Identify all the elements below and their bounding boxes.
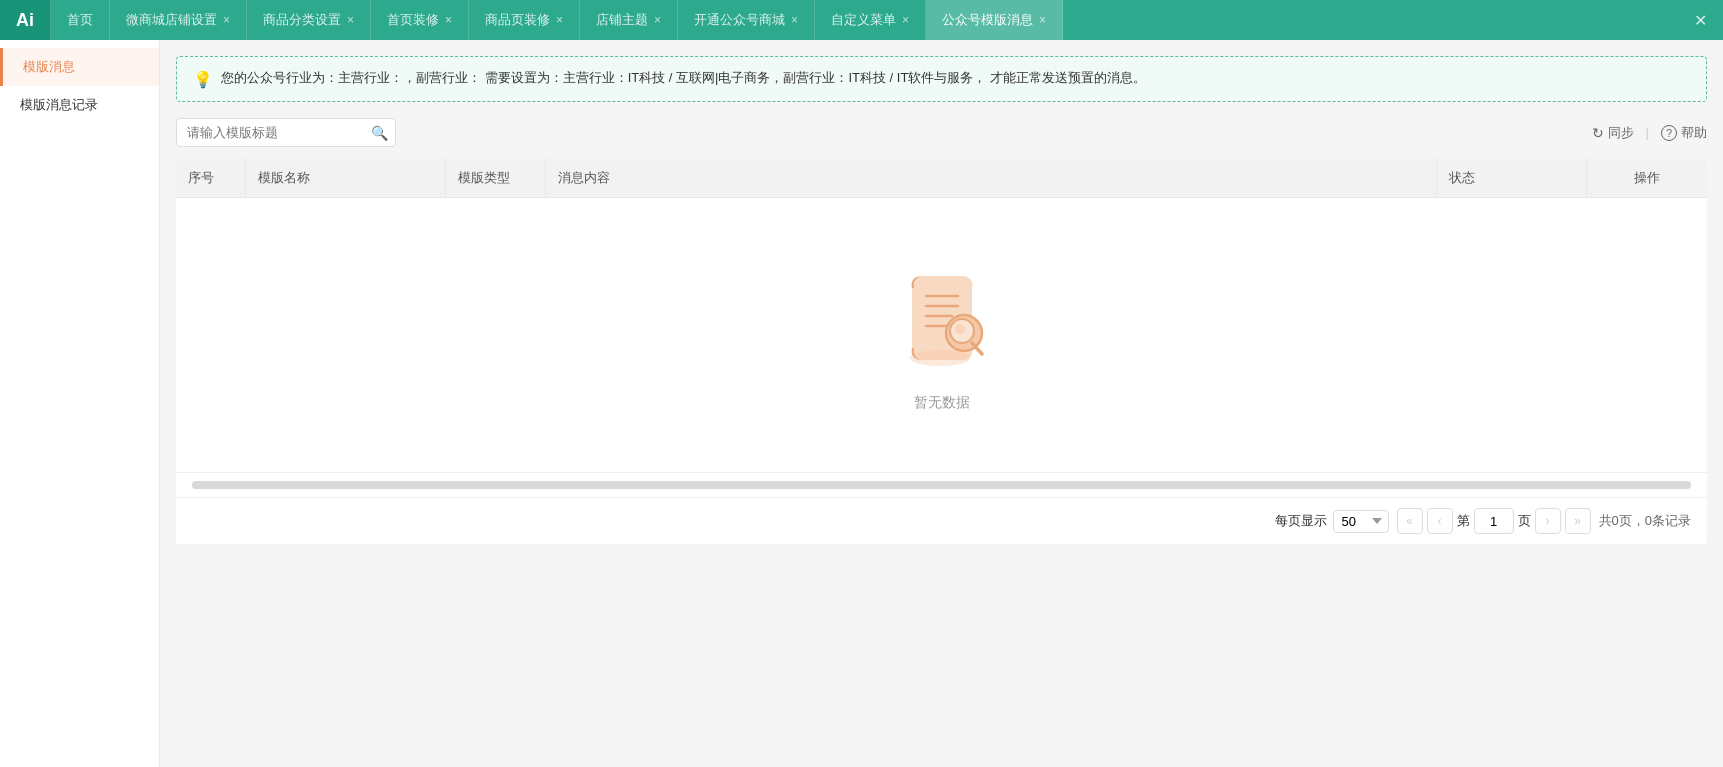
tab-home[interactable]: 首页 [51, 0, 110, 40]
last-page-button[interactable]: » [1565, 508, 1591, 534]
tab-shop-theme[interactable]: 店铺主题 × [580, 0, 678, 40]
prev-page-button[interactable]: ‹ [1427, 508, 1453, 534]
total-info: 共0页，0条记录 [1599, 512, 1691, 530]
sync-button[interactable]: ↻ 同步 [1592, 124, 1634, 142]
search-right: ↻ 同步 | ? 帮助 [1592, 124, 1707, 142]
empty-state: 暂无数据 [176, 198, 1707, 472]
page-suffix: 页 [1518, 512, 1531, 530]
empty-text: 暂无数据 [914, 394, 970, 412]
empty-icon [882, 258, 1002, 378]
close-tab-home-decor[interactable]: × [445, 14, 452, 26]
close-tab-custom-menu[interactable]: × [902, 14, 909, 26]
page-size-select[interactable]: 50 10 20 100 [1333, 510, 1389, 533]
close-tab-wechat-shop[interactable]: × [223, 14, 230, 26]
search-input[interactable] [176, 118, 396, 147]
tab-wechat-shop[interactable]: 微商城店铺设置 × [110, 0, 247, 40]
sidebar-item-template-msg[interactable]: 模版消息 [0, 48, 159, 86]
col-header-action: 操作 [1587, 159, 1707, 197]
col-header-seq: 序号 [176, 159, 246, 197]
close-all-button[interactable]: ✕ [1678, 11, 1723, 30]
help-icon: ? [1661, 125, 1677, 141]
notice-icon: 💡 [193, 70, 213, 89]
close-tab-product-decor[interactable]: × [556, 14, 563, 26]
help-button[interactable]: ? 帮助 [1661, 124, 1707, 142]
page-label: 第 [1457, 512, 1470, 530]
tab-product-decor[interactable]: 商品页装修 × [469, 0, 580, 40]
sidebar: 模版消息 模版消息记录 [0, 40, 160, 767]
search-bar: 🔍 ↻ 同步 | ? 帮助 [176, 118, 1707, 147]
notice-text: 您的公众号行业为：主营行业：，副营行业： 需要设置为：主营行业：IT科技 / 互… [221, 69, 1146, 87]
tab-custom-menu[interactable]: 自定义菜单 × [815, 0, 926, 40]
search-button[interactable]: 🔍 [371, 125, 388, 141]
tab-bar: Ai 首页 微商城店铺设置 × 商品分类设置 × 首页装修 × 商品页装修 × … [0, 0, 1723, 40]
sidebar-item-template-record[interactable]: 模版消息记录 [0, 86, 159, 124]
fake-scrollbar[interactable] [192, 481, 1691, 489]
first-page-button[interactable]: « [1397, 508, 1423, 534]
current-page-input[interactable] [1474, 508, 1514, 534]
content-area: 💡 您的公众号行业为：主营行业：，副营行业： 需要设置为：主营行业：IT科技 /… [160, 40, 1723, 767]
notice-box: 💡 您的公众号行业为：主营行业：，副营行业： 需要设置为：主营行业：IT科技 /… [176, 56, 1707, 102]
tab-product-category[interactable]: 商品分类设置 × [247, 0, 371, 40]
svg-point-8 [955, 324, 965, 334]
table-header: 序号 模版名称 模版类型 消息内容 状态 操作 [176, 159, 1707, 198]
divider: | [1646, 125, 1649, 140]
page-size-label: 每页显示 [1275, 512, 1327, 530]
page-size-wrap: 每页显示 50 10 20 100 [1275, 510, 1389, 533]
search-input-wrap: 🔍 [176, 118, 396, 147]
scroll-area [176, 472, 1707, 497]
tab-open-wechat[interactable]: 开通公众号商城 × [678, 0, 815, 40]
sync-icon: ↻ [1592, 125, 1604, 141]
page-nav: « ‹ 第 页 › » [1397, 508, 1591, 534]
col-header-type: 模版类型 [446, 159, 546, 197]
main-layout: 模版消息 模版消息记录 💡 您的公众号行业为：主营行业：，副营行业： 需要设置为… [0, 40, 1723, 767]
pagination: 每页显示 50 10 20 100 « ‹ 第 [176, 497, 1707, 544]
close-tab-template-msg[interactable]: × [1039, 14, 1046, 26]
col-header-content: 消息内容 [546, 159, 1437, 197]
tab-template-msg[interactable]: 公众号模版消息 × [926, 0, 1063, 40]
close-tab-shop-theme[interactable]: × [654, 14, 661, 26]
app-logo: Ai [0, 0, 51, 40]
close-tab-open-wechat[interactable]: × [791, 14, 798, 26]
table: 序号 模版名称 模版类型 消息内容 状态 操作 [176, 159, 1707, 544]
search-left: 🔍 [176, 118, 396, 147]
col-header-name: 模版名称 [246, 159, 446, 197]
col-header-status: 状态 [1437, 159, 1587, 197]
close-tab-product-category[interactable]: × [347, 14, 354, 26]
next-page-button[interactable]: › [1535, 508, 1561, 534]
tab-home-decor[interactable]: 首页装修 × [371, 0, 469, 40]
